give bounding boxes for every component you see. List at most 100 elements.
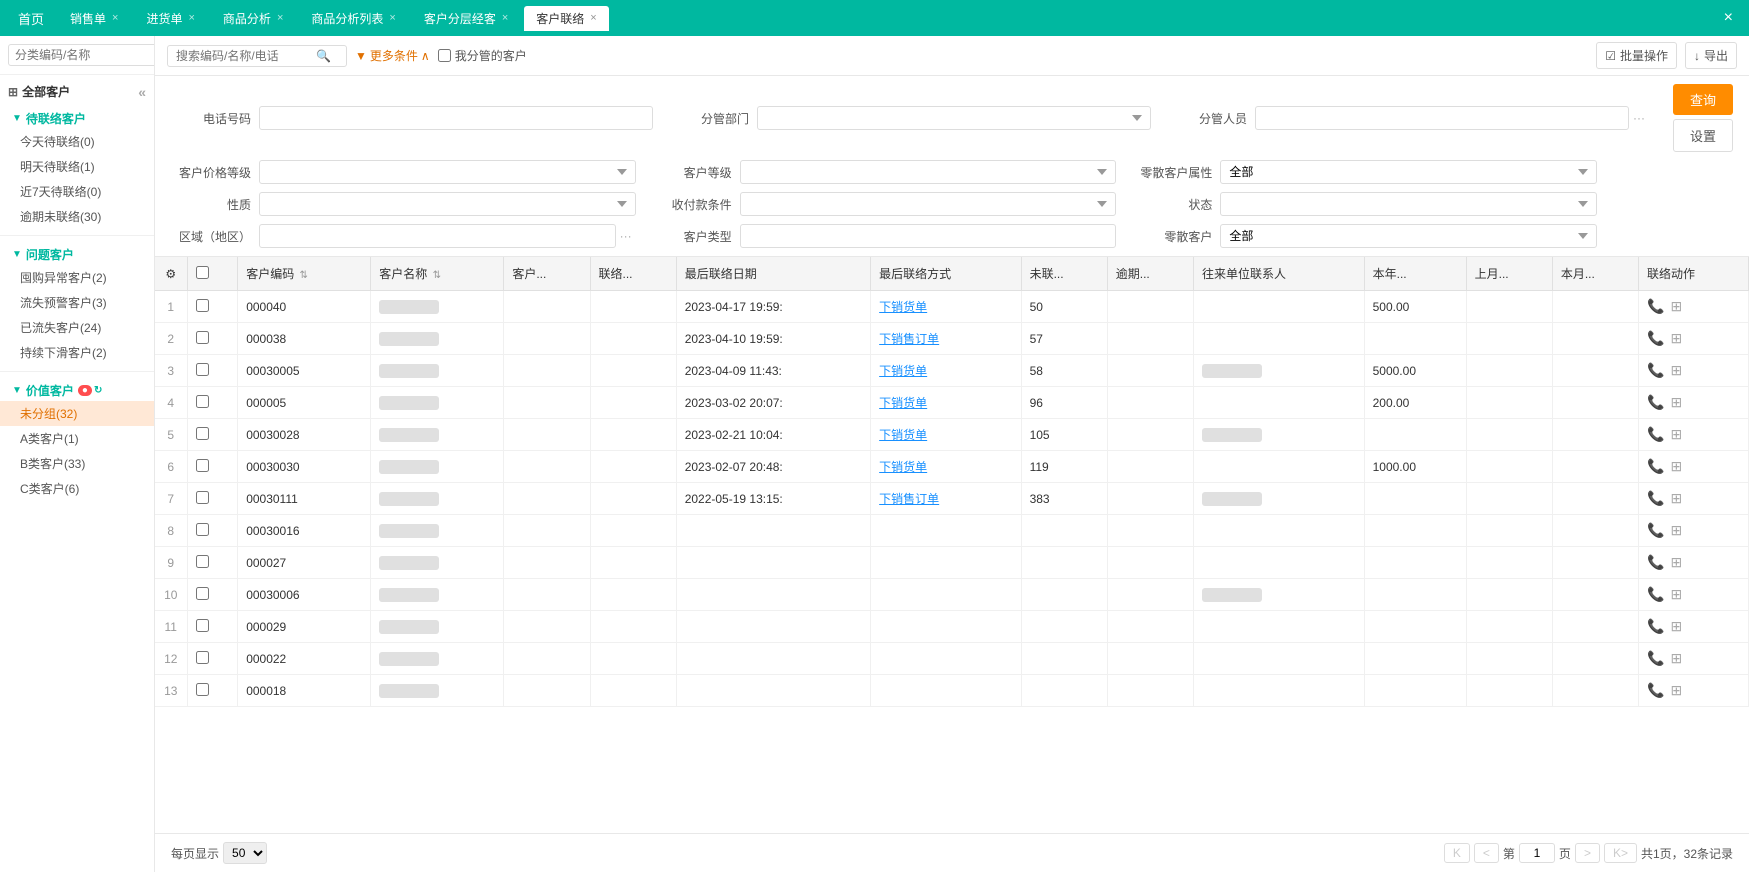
th-last-way[interactable]: 最后联络方式 bbox=[871, 257, 1021, 291]
action-phone-icon[interactable]: 📞 bbox=[1647, 682, 1664, 699]
first-page-btn[interactable]: K bbox=[1444, 843, 1470, 863]
action-grid-icon[interactable]: ⊞ bbox=[1670, 458, 1682, 475]
close-tab-product-list[interactable]: × bbox=[389, 12, 395, 24]
main-search-icon[interactable]: 🔍 bbox=[316, 49, 331, 63]
action-grid-icon[interactable]: ⊞ bbox=[1670, 682, 1682, 699]
group-label-problem[interactable]: ▼ 问题客户 bbox=[0, 242, 154, 265]
main-search-input[interactable] bbox=[176, 49, 316, 63]
action-phone-icon[interactable]: 📞 bbox=[1647, 394, 1664, 411]
th-code[interactable]: 客户编码 ⇅ bbox=[238, 257, 371, 291]
row-checkbox[interactable] bbox=[196, 587, 209, 600]
th-name[interactable]: 客户名称 ⇅ bbox=[371, 257, 504, 291]
nav-tab-product-analysis[interactable]: 商品分析 × bbox=[211, 6, 295, 31]
action-grid-icon[interactable]: ⊞ bbox=[1670, 362, 1682, 379]
th-last-date[interactable]: 最后联络日期 bbox=[676, 257, 870, 291]
row-checkbox[interactable] bbox=[196, 363, 209, 376]
row-checkbox[interactable] bbox=[196, 491, 209, 504]
filter-region-input[interactable] bbox=[259, 224, 616, 248]
th-settings[interactable]: ⚙ bbox=[155, 257, 187, 291]
query-btn[interactable]: 查询 bbox=[1673, 84, 1733, 115]
sidebar-item-7days[interactable]: 近7天待联络(0) bbox=[0, 179, 154, 204]
sidebar-item-today[interactable]: 今天待联络(0) bbox=[0, 129, 154, 154]
filter-price-level-select[interactable] bbox=[259, 160, 636, 184]
page-input[interactable] bbox=[1519, 843, 1555, 863]
last-page-btn[interactable]: K> bbox=[1604, 843, 1637, 863]
close-tab-sales[interactable]: × bbox=[112, 12, 118, 24]
th-overdue[interactable]: 逾期... bbox=[1107, 257, 1193, 291]
close-tab-customer-seg[interactable]: × bbox=[502, 12, 508, 24]
last-way-link[interactable]: 下销货单 bbox=[879, 300, 927, 314]
action-grid-icon[interactable]: ⊞ bbox=[1670, 586, 1682, 603]
filter-customer-type-input[interactable] bbox=[740, 224, 1117, 248]
action-grid-icon[interactable]: ⊞ bbox=[1670, 394, 1682, 411]
row-checkbox[interactable] bbox=[196, 331, 209, 344]
sidebar-item-class-b[interactable]: B类客户(33) bbox=[0, 451, 154, 476]
th-no-contact[interactable]: 未联... bbox=[1021, 257, 1107, 291]
filter-customer-level-select[interactable] bbox=[740, 160, 1117, 184]
sidebar-item-ungroup[interactable]: 未分组(32) bbox=[0, 401, 154, 426]
last-way-link[interactable]: 下销货单 bbox=[879, 396, 927, 410]
action-grid-icon[interactable]: ⊞ bbox=[1670, 650, 1682, 667]
export-btn[interactable]: ↓ 导出 bbox=[1685, 42, 1737, 69]
th-contact[interactable]: 联络... bbox=[590, 257, 676, 291]
filter-retail-customer-select[interactable]: 全部 bbox=[1220, 224, 1597, 248]
th-unit-contact[interactable]: 往来单位联系人 bbox=[1193, 257, 1364, 291]
th-last-month[interactable]: 上月... bbox=[1466, 257, 1552, 291]
sidebar-item-declining[interactable]: 持续下滑客户(2) bbox=[0, 340, 154, 365]
filter-status-select[interactable] bbox=[1220, 192, 1597, 216]
prev-page-btn[interactable]: < bbox=[1474, 843, 1499, 863]
th-type[interactable]: 客户... bbox=[504, 257, 590, 291]
nav-tab-product-list[interactable]: 商品分析列表 × bbox=[299, 6, 407, 31]
action-phone-icon[interactable]: 📞 bbox=[1647, 522, 1664, 539]
action-phone-icon[interactable]: 📞 bbox=[1647, 554, 1664, 571]
page-size-select[interactable]: 50 bbox=[223, 842, 267, 864]
filter-manager-input[interactable] bbox=[1255, 106, 1629, 130]
sidebar-item-overdue[interactable]: 逾期未联络(30) bbox=[0, 204, 154, 229]
sidebar-item-lost[interactable]: 已流失客户(24) bbox=[0, 315, 154, 340]
all-customers-header[interactable]: ⊞ 全部客户 « bbox=[0, 75, 154, 104]
nav-tab-customer-seg[interactable]: 客户分层经客 × bbox=[412, 6, 520, 31]
filter-dept-select[interactable] bbox=[757, 106, 1151, 130]
row-checkbox[interactable] bbox=[196, 683, 209, 696]
action-grid-icon[interactable]: ⊞ bbox=[1670, 490, 1682, 507]
row-checkbox[interactable] bbox=[196, 427, 209, 440]
row-checkbox[interactable] bbox=[196, 395, 209, 408]
action-grid-icon[interactable]: ⊞ bbox=[1670, 426, 1682, 443]
batch-ops-btn[interactable]: ☑ 批量操作 bbox=[1596, 42, 1677, 69]
action-grid-icon[interactable]: ⊞ bbox=[1670, 554, 1682, 571]
th-this-month[interactable]: 本月... bbox=[1552, 257, 1638, 291]
last-way-link[interactable]: 下销售订单 bbox=[879, 332, 939, 346]
region-dots[interactable]: ··· bbox=[616, 229, 636, 243]
action-phone-icon[interactable]: 📞 bbox=[1647, 650, 1664, 667]
row-checkbox[interactable] bbox=[196, 523, 209, 536]
nav-tab-customer-contact[interactable]: 客户联络 × bbox=[524, 6, 608, 31]
action-phone-icon[interactable]: 📞 bbox=[1647, 490, 1664, 507]
collapse-sidebar-icon[interactable]: « bbox=[138, 84, 146, 100]
nav-tab-sales[interactable]: 销售单 × bbox=[58, 6, 130, 31]
last-way-link[interactable]: 下销货单 bbox=[879, 460, 927, 474]
row-checkbox[interactable] bbox=[196, 619, 209, 632]
action-phone-icon[interactable]: 📞 bbox=[1647, 618, 1664, 635]
last-way-link[interactable]: 下销货单 bbox=[879, 428, 927, 442]
action-grid-icon[interactable]: ⊞ bbox=[1670, 618, 1682, 635]
row-checkbox[interactable] bbox=[196, 651, 209, 664]
action-grid-icon[interactable]: ⊞ bbox=[1670, 522, 1682, 539]
category-search-input[interactable] bbox=[8, 44, 155, 66]
th-this-year[interactable]: 本年... bbox=[1364, 257, 1466, 291]
manager-dots[interactable]: ··· bbox=[1629, 111, 1649, 125]
next-page-btn[interactable]: > bbox=[1575, 843, 1600, 863]
group-label-value[interactable]: ▼ 价值客户 ● ↻ bbox=[0, 378, 154, 401]
action-grid-icon[interactable]: ⊞ bbox=[1670, 330, 1682, 347]
filter-retail-attr-select[interactable]: 全部 bbox=[1220, 160, 1597, 184]
action-phone-icon[interactable]: 📞 bbox=[1647, 362, 1664, 379]
row-checkbox[interactable] bbox=[196, 299, 209, 312]
last-way-link[interactable]: 下销货单 bbox=[879, 364, 927, 378]
group-label-pending[interactable]: ▼ 待联络客户 bbox=[0, 106, 154, 129]
select-all-checkbox[interactable] bbox=[196, 266, 209, 279]
nav-tab-purchase[interactable]: 进货单 × bbox=[134, 6, 206, 31]
close-tab-purchase[interactable]: × bbox=[188, 12, 194, 24]
action-phone-icon[interactable]: 📞 bbox=[1647, 298, 1664, 315]
sidebar-item-abnormal[interactable]: 囤购异常客户(2) bbox=[0, 265, 154, 290]
my-customers-checkbox[interactable] bbox=[438, 49, 451, 62]
action-phone-icon[interactable]: 📞 bbox=[1647, 330, 1664, 347]
